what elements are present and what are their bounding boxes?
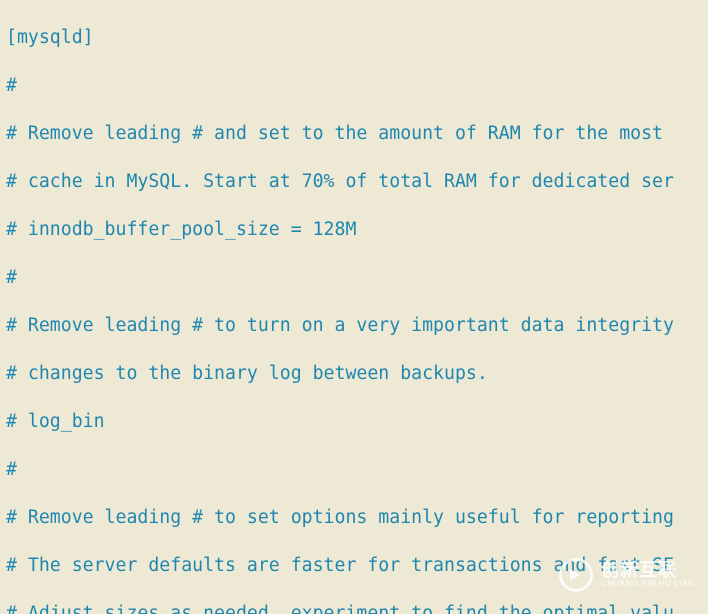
config-file-view: [mysqld] # # Remove leading # and set to… bbox=[0, 0, 708, 614]
comment-line: # bbox=[6, 267, 17, 288]
comment-line: # The server defaults are faster for tra… bbox=[6, 555, 674, 576]
comment-line: # innodb_buffer_pool_size = 128M bbox=[6, 219, 356, 240]
comment-line: # Adjust sizes as needed, experiment to … bbox=[6, 603, 674, 614]
comment-line: # Remove leading # to turn on a very imp… bbox=[6, 315, 674, 336]
comment-line: # Remove leading # and set to the amount… bbox=[6, 123, 674, 144]
comment-line: # bbox=[6, 75, 17, 96]
section-header: [mysqld] bbox=[6, 27, 94, 48]
comment-line: # bbox=[6, 459, 17, 480]
comment-line: # Remove leading # to set options mainly… bbox=[6, 507, 674, 528]
comment-line: # changes to the binary log between back… bbox=[6, 363, 488, 384]
comment-line: # log_bin bbox=[6, 411, 105, 432]
comment-line: # cache in MySQL. Start at 70% of total … bbox=[6, 171, 674, 192]
